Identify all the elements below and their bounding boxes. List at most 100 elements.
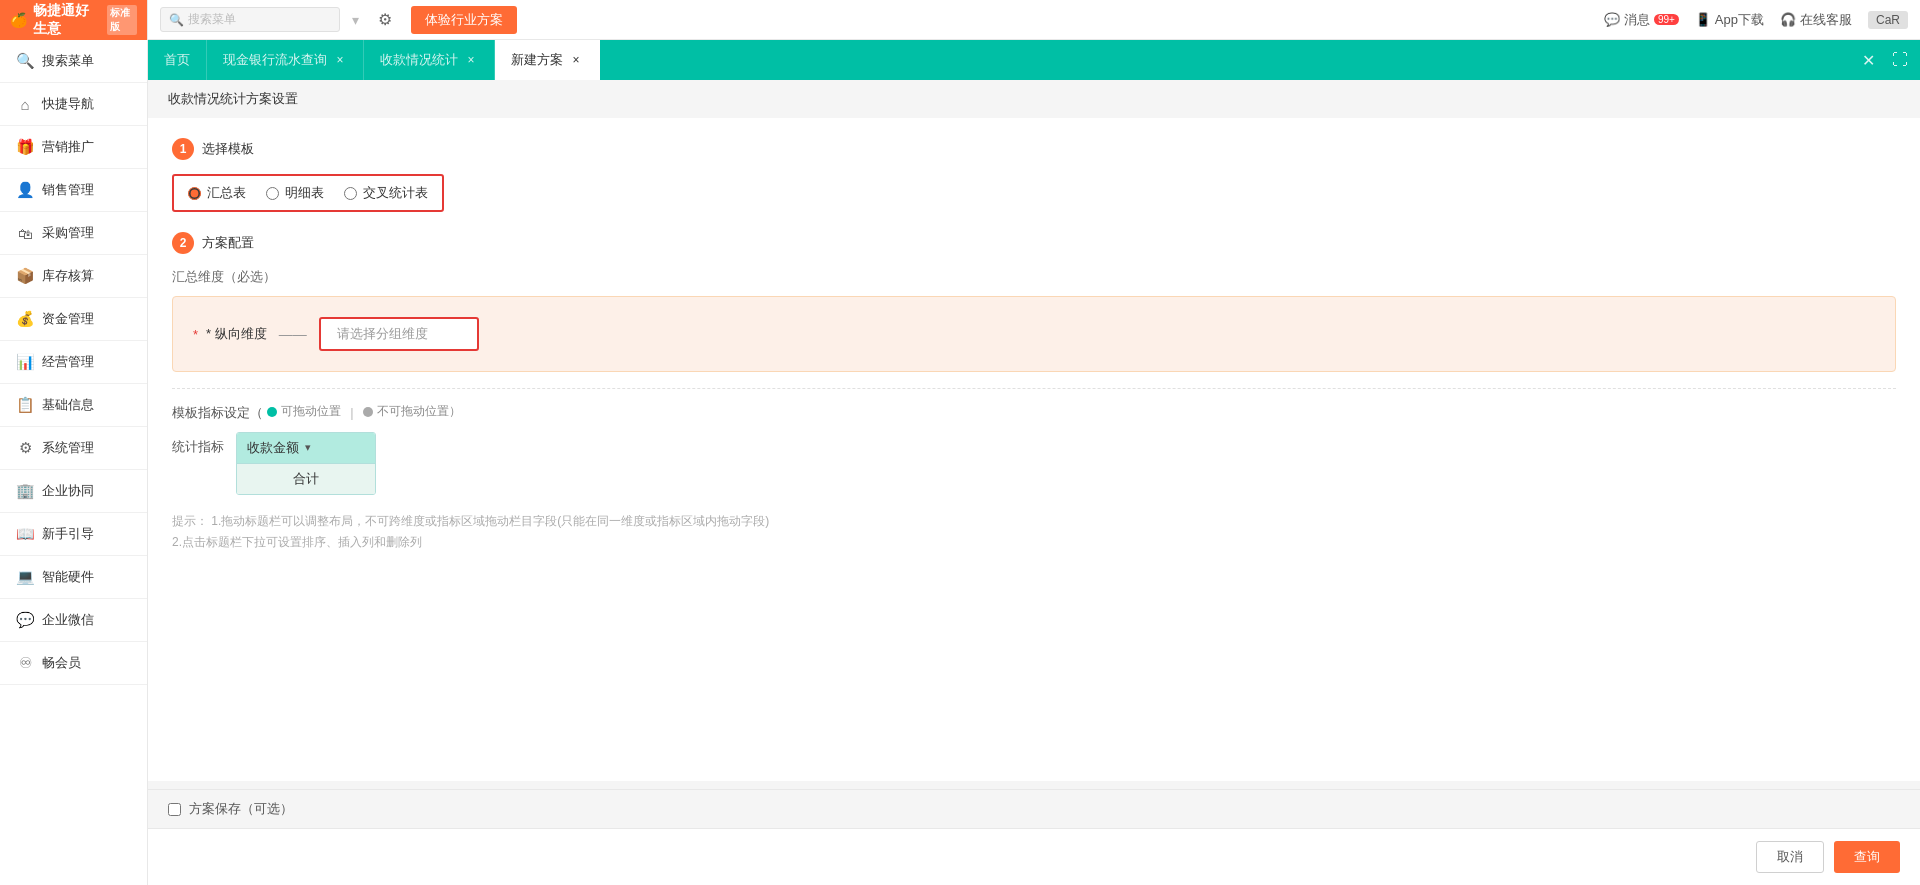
operations-icon: 📊 (16, 353, 34, 371)
sidebar-item-search-menu[interactable]: 🔍 搜索菜单 (0, 40, 147, 83)
step1-header: 1 选择模板 (172, 138, 1896, 160)
message-label: 消息 (1624, 11, 1650, 29)
tab-new-plan-label: 新建方案 (511, 51, 563, 69)
logo-text: 畅捷通好生意 (33, 2, 101, 38)
cancel-button[interactable]: 取消 (1756, 841, 1824, 873)
dimension-section-label: 汇总维度（必选） (172, 268, 1896, 286)
tabbar-actions: ✕ ⛶ (1848, 40, 1920, 80)
wechat-icon: 💬 (16, 611, 34, 629)
topbar-search-box[interactable]: 🔍 搜索菜单 (160, 7, 340, 32)
indicator-title: 模板指标设定（ 可拖动位置 | 不可拖动位置） (172, 403, 461, 422)
sidebar-item-inventory[interactable]: 📦 库存核算 (0, 255, 147, 298)
sidebar-item-label: 经营管理 (42, 353, 94, 371)
tab-receipt-stats[interactable]: 收款情况统计 × (364, 40, 495, 80)
main-area: 🔍 搜索菜单 ▾ ⚙ 体验行业方案 💬 消息 99+ 📱 App下载 🎧 在线客… (148, 0, 1920, 885)
close-window-btn[interactable]: ✕ (1856, 48, 1880, 72)
tab-new-plan[interactable]: 新建方案 × (495, 40, 600, 80)
sidebar-item-guide[interactable]: 📖 新手引导 (0, 513, 147, 556)
tab-new-plan-close[interactable]: × (569, 53, 583, 67)
radio-detail[interactable]: 明细表 (266, 184, 324, 202)
search-dropdown-icon[interactable]: ▾ (352, 12, 359, 28)
home-icon: ⌂ (16, 95, 34, 113)
sidebar-item-finance[interactable]: 💰 资金管理 (0, 298, 147, 341)
tab-home[interactable]: 首页 (148, 40, 207, 80)
page-header: 收款情况统计方案设置 (148, 80, 1920, 118)
sidebar-item-label: 智能硬件 (42, 568, 94, 586)
sidebar-item-member[interactable]: ♾ 畅会员 (0, 642, 147, 685)
vertical-label: * 纵向维度 (206, 325, 267, 343)
sidebar-item-label: 基础信息 (42, 396, 94, 414)
tabbar: 首页 现金银行流水查询 × 收款情况统计 × 新建方案 × ✕ ⛶ (148, 40, 1920, 80)
indicator-header: 模板指标设定（ 可拖动位置 | 不可拖动位置） (172, 403, 1896, 422)
sidebar-item-basic-info[interactable]: 📋 基础信息 (0, 384, 147, 427)
user-avatar[interactable]: CaR (1868, 11, 1908, 29)
radio-cross-label: 交叉统计表 (363, 184, 428, 202)
sidebar-item-system[interactable]: ⚙ 系统管理 (0, 427, 147, 470)
tab-bank-flow[interactable]: 现金银行流水查询 × (207, 40, 364, 80)
sidebar-item-label: 营销推广 (42, 138, 94, 156)
member-icon: ♾ (16, 654, 34, 672)
radio-summary[interactable]: 汇总表 (188, 184, 246, 202)
stats-label: 统计指标 (172, 439, 224, 454)
purchase-icon: 🛍 (16, 224, 34, 242)
tab-bank-flow-close[interactable]: × (333, 53, 347, 67)
hint-line-2: 2.点击标题栏下拉可设置排序、插入列和删除列 (172, 532, 1896, 554)
enterprise-icon: 🏢 (16, 482, 34, 500)
sidebar-item-marketing[interactable]: 🎁 营销推广 (0, 126, 147, 169)
search-placeholder-text: 搜索菜单 (188, 11, 236, 28)
template-selection-box: 汇总表 明细表 交叉统计表 (172, 174, 444, 212)
sidebar-item-enterprise[interactable]: 🏢 企业协同 (0, 470, 147, 513)
app-download-btn[interactable]: 📱 App下载 (1695, 11, 1764, 29)
tab-receipt-stats-close[interactable]: × (464, 53, 478, 67)
movable-dot-inactive (363, 407, 373, 417)
sidebar-item-label: 系统管理 (42, 439, 94, 457)
sidebar-item-label: 快捷导航 (42, 95, 94, 113)
dimension-select[interactable]: 请选择分组维度 (319, 317, 479, 351)
hardware-icon: 💻 (16, 568, 34, 586)
step2-section: 2 方案配置 汇总维度（必选） * * 纵向维度 —— 请选择分组维度 (172, 232, 1896, 554)
logo-icon: 🍊 (10, 12, 27, 28)
separator: | (350, 405, 353, 420)
indicator-section: 模板指标设定（ 可拖动位置 | 不可拖动位置） (172, 388, 1896, 495)
chevron-down-icon[interactable]: ▾ (305, 441, 311, 454)
content-area: 收款情况统计方案设置 1 选择模板 汇总表 明细表 (148, 80, 1920, 885)
inventory-icon: 📦 (16, 267, 34, 285)
settings-icon[interactable]: ⚙ (371, 6, 399, 34)
sidebar-item-hardware[interactable]: 💻 智能硬件 (0, 556, 147, 599)
message-btn[interactable]: 💬 消息 99+ (1604, 11, 1679, 29)
form-body: 1 选择模板 汇总表 明细表 交叉统计表 (148, 118, 1920, 781)
online-service-label: 在线客服 (1800, 11, 1852, 29)
sidebar-item-purchase[interactable]: 🛍 采购管理 (0, 212, 147, 255)
indicator-table-header[interactable]: 收款金额 ▾ (237, 433, 375, 463)
tab-receipt-stats-label: 收款情况统计 (380, 51, 458, 69)
tab-bank-flow-label: 现金银行流水查询 (223, 51, 327, 69)
sidebar-item-label: 资金管理 (42, 310, 94, 328)
radio-detail-input[interactable] (266, 187, 279, 200)
search-menu-icon: 🔍 (16, 52, 34, 70)
radio-summary-input[interactable] (188, 187, 201, 200)
sidebar: 🍊 畅捷通好生意 标准版 🔍 搜索菜单 ⌂ 快捷导航 🎁 营销推广 👤 销售管理… (0, 0, 148, 885)
basic-info-icon: 📋 (16, 396, 34, 414)
sidebar-item-label: 企业协同 (42, 482, 94, 500)
save-label: 方案保存（可选） (189, 800, 293, 818)
dimension-area: * * 纵向维度 —— 请选择分组维度 (172, 296, 1896, 372)
sidebar-item-sales[interactable]: 👤 销售管理 (0, 169, 147, 212)
radio-cross-input[interactable] (344, 187, 357, 200)
online-service-btn[interactable]: 🎧 在线客服 (1780, 11, 1852, 29)
dimension-config: 汇总维度（必选） * * 纵向维度 —— 请选择分组维度 (172, 268, 1896, 554)
required-star: * (193, 327, 198, 342)
hint-line-1: 提示： 1.拖动标题栏可以调整布局，不可跨维度或指标区域拖动栏目字段(只能在同一… (172, 511, 1896, 533)
radio-cross[interactable]: 交叉统计表 (344, 184, 428, 202)
stats-label-container: 统计指标 (172, 432, 224, 456)
maximize-btn[interactable]: ⛶ (1888, 48, 1912, 72)
message-badge: 99+ (1654, 14, 1679, 25)
sidebar-item-operations[interactable]: 📊 经营管理 (0, 341, 147, 384)
hint-text: 提示： 1.拖动标题栏可以调整布局，不可跨维度或指标区域拖动栏目字段(只能在同一… (172, 511, 1896, 554)
sidebar-item-quick-nav[interactable]: ⌂ 快捷导航 (0, 83, 147, 126)
query-button[interactable]: 查询 (1834, 841, 1900, 873)
footer-save: 方案保存（可选） (148, 789, 1920, 828)
radio-detail-label: 明细表 (285, 184, 324, 202)
save-checkbox[interactable] (168, 803, 181, 816)
sidebar-item-wechat[interactable]: 💬 企业微信 (0, 599, 147, 642)
industry-btn[interactable]: 体验行业方案 (411, 6, 517, 34)
